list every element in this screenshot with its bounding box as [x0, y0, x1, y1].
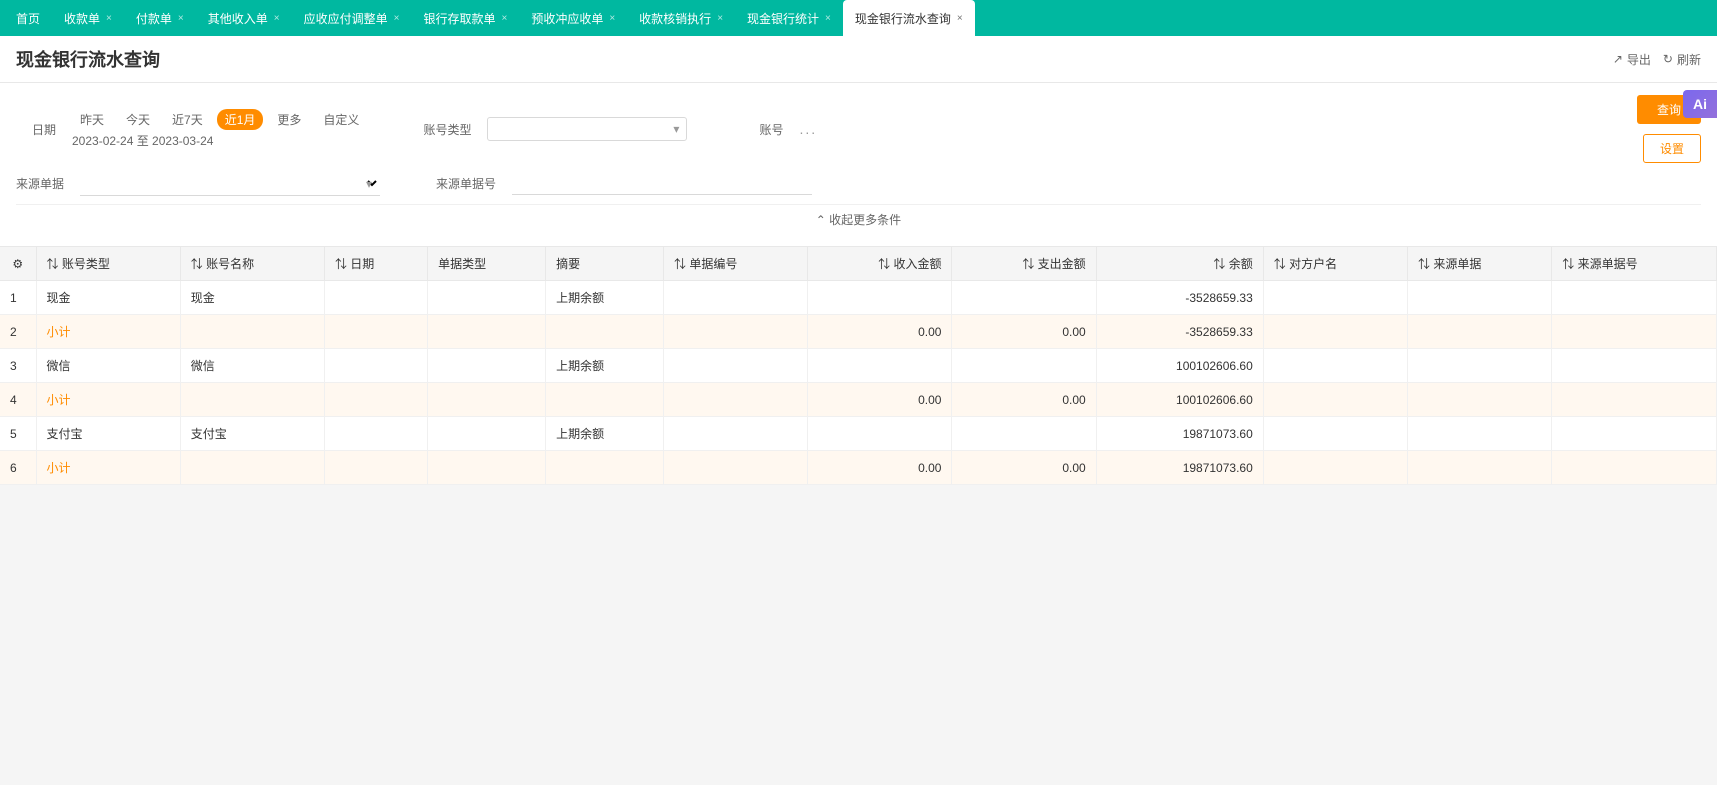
nav-tab-6[interactable]: 收款核销执行 ×: [627, 0, 735, 36]
account-type-label: 账号类型: [423, 121, 471, 138]
nav-tab-3[interactable]: 应收应付调整单 ×: [292, 0, 412, 36]
account-no-dots[interactable]: ...: [799, 121, 817, 137]
ai-badge[interactable]: Ai: [1683, 90, 1717, 118]
account-no-filter-group: 账号 ...: [743, 121, 817, 138]
source-voucher-input[interactable]: [512, 172, 812, 195]
table-container: ⚙ ⇅ 账号类型 ⇅ 账号名称 ⇅ 日期 单据类型 摘要: [0, 247, 1717, 485]
refresh-icon: ↻: [1663, 52, 1673, 66]
account-type-select[interactable]: [487, 117, 687, 141]
table-row: 1现金现金上期余额-3528659.33: [0, 281, 1717, 315]
close-tab-6-icon[interactable]: ×: [717, 13, 723, 24]
source-voucher-label: 来源单据号: [436, 175, 496, 192]
table-row: 6小计0.000.0019871073.60: [0, 451, 1717, 485]
source-doc-filter-group: 来源单据: [16, 171, 380, 196]
th-income[interactable]: ⇅ 收入金额: [808, 247, 952, 281]
th-doc-type[interactable]: 单据类型: [428, 247, 546, 281]
source-voucher-filter-group: 来源单据号: [436, 172, 812, 195]
date-options-row: 昨天 今天 近7天 近1月 更多 自定义: [72, 109, 367, 130]
nav-tab-4[interactable]: 银行存取款单 ×: [411, 0, 519, 36]
close-tab-8-icon[interactable]: ×: [957, 13, 963, 24]
th-doc-no[interactable]: ⇅ 单据编号: [664, 247, 808, 281]
th-settings[interactable]: ⚙: [0, 247, 36, 281]
close-tab-1-icon[interactable]: ×: [178, 13, 184, 24]
filter-row-1: 日期 昨天 今天 近7天 近1月 更多 自定义 2023-02-24 至 202…: [16, 95, 1701, 163]
close-tab-0-icon[interactable]: ×: [106, 13, 112, 24]
date-btn-more[interactable]: 更多: [269, 109, 309, 130]
close-tab-4-icon[interactable]: ×: [501, 13, 507, 24]
table-row: 4小计0.000.00100102606.60: [0, 383, 1717, 417]
table-row: 2小计0.000.00-3528659.33: [0, 315, 1717, 349]
nav-tab-1[interactable]: 付款单 ×: [124, 0, 196, 36]
account-type-filter-group: 账号类型: [423, 117, 687, 141]
page-header: 现金银行流水查询 ↗ 导出 ↻ 刷新: [0, 36, 1717, 83]
nav-tab-0[interactable]: 收款单 ×: [52, 0, 124, 36]
nav-tab-7[interactable]: 现金银行统计 ×: [735, 0, 843, 36]
th-expense[interactable]: ⇅ 支出金额: [952, 247, 1096, 281]
close-tab-7-icon[interactable]: ×: [825, 13, 831, 24]
page-title: 现金银行流水查询: [16, 46, 160, 72]
export-icon: ↗: [1613, 52, 1623, 66]
th-summary[interactable]: 摘要: [546, 247, 664, 281]
table-row: 3微信微信上期余额100102606.60: [0, 349, 1717, 383]
th-source-doc[interactable]: ⇅ 来源单据: [1407, 247, 1551, 281]
data-table: ⚙ ⇅ 账号类型 ⇅ 账号名称 ⇅ 日期 单据类型 摘要: [0, 247, 1717, 485]
source-doc-select[interactable]: [80, 171, 380, 196]
export-button[interactable]: ↗ 导出: [1613, 51, 1651, 68]
source-doc-select-wrapper: [80, 171, 380, 196]
filter-area: 日期 昨天 今天 近7天 近1月 更多 自定义 2023-02-24 至 202…: [0, 83, 1717, 247]
filter-row-2: 来源单据 来源单据号: [16, 171, 1701, 196]
th-account-name[interactable]: ⇅ 账号名称: [180, 247, 324, 281]
date-btn-custom[interactable]: 自定义: [315, 109, 367, 130]
date-options-group: 昨天 今天 近7天 近1月 更多 自定义 2023-02-24 至 2023-0…: [72, 109, 367, 149]
th-counterpart[interactable]: ⇅ 对方户名: [1263, 247, 1407, 281]
collapse-bar[interactable]: ⌃ 收起更多条件: [16, 204, 1701, 234]
date-label: 日期: [16, 121, 56, 138]
nav-tab-8[interactable]: 现金银行流水查询 ×: [843, 0, 975, 36]
nav-tab-2[interactable]: 其他收入单 ×: [196, 0, 292, 36]
date-btn-7days[interactable]: 近7天: [164, 109, 211, 130]
refresh-button[interactable]: ↻ 刷新: [1663, 51, 1701, 68]
header-actions: ↗ 导出 ↻ 刷新: [1613, 51, 1701, 68]
close-tab-5-icon[interactable]: ×: [609, 13, 615, 24]
date-range: 2023-02-24 至 2023-03-24: [72, 132, 367, 149]
date-filter-group: 日期 昨天 今天 近7天 近1月 更多 自定义 2023-02-24 至 202…: [16, 109, 367, 149]
account-type-select-wrapper: [487, 117, 687, 141]
date-btn-1month[interactable]: 近1月: [217, 109, 264, 130]
close-tab-3-icon[interactable]: ×: [394, 13, 400, 24]
th-account-type[interactable]: ⇅ 账号类型: [36, 247, 180, 281]
nav-home[interactable]: 首页: [4, 0, 52, 36]
th-source-doc-no[interactable]: ⇅ 来源单据号: [1552, 247, 1717, 281]
source-doc-label: 来源单据: [16, 175, 64, 192]
date-btn-yesterday[interactable]: 昨天: [72, 109, 112, 130]
th-balance[interactable]: ⇅ 余额: [1096, 247, 1263, 281]
close-tab-2-icon[interactable]: ×: [274, 13, 280, 24]
account-no-label: 账号: [743, 121, 783, 138]
th-date[interactable]: ⇅ 日期: [324, 247, 427, 281]
settings-button[interactable]: 设置: [1643, 134, 1701, 163]
table-row: 5支付宝支付宝上期余额19871073.60: [0, 417, 1717, 451]
table-header-row: ⚙ ⇅ 账号类型 ⇅ 账号名称 ⇅ 日期 单据类型 摘要: [0, 247, 1717, 281]
date-btn-today[interactable]: 今天: [118, 109, 158, 130]
top-nav: 首页 收款单 × 付款单 × 其他收入单 × 应收应付调整单 × 银行存取款单 …: [0, 0, 1717, 36]
nav-tab-5[interactable]: 预收冲应收单 ×: [519, 0, 627, 36]
